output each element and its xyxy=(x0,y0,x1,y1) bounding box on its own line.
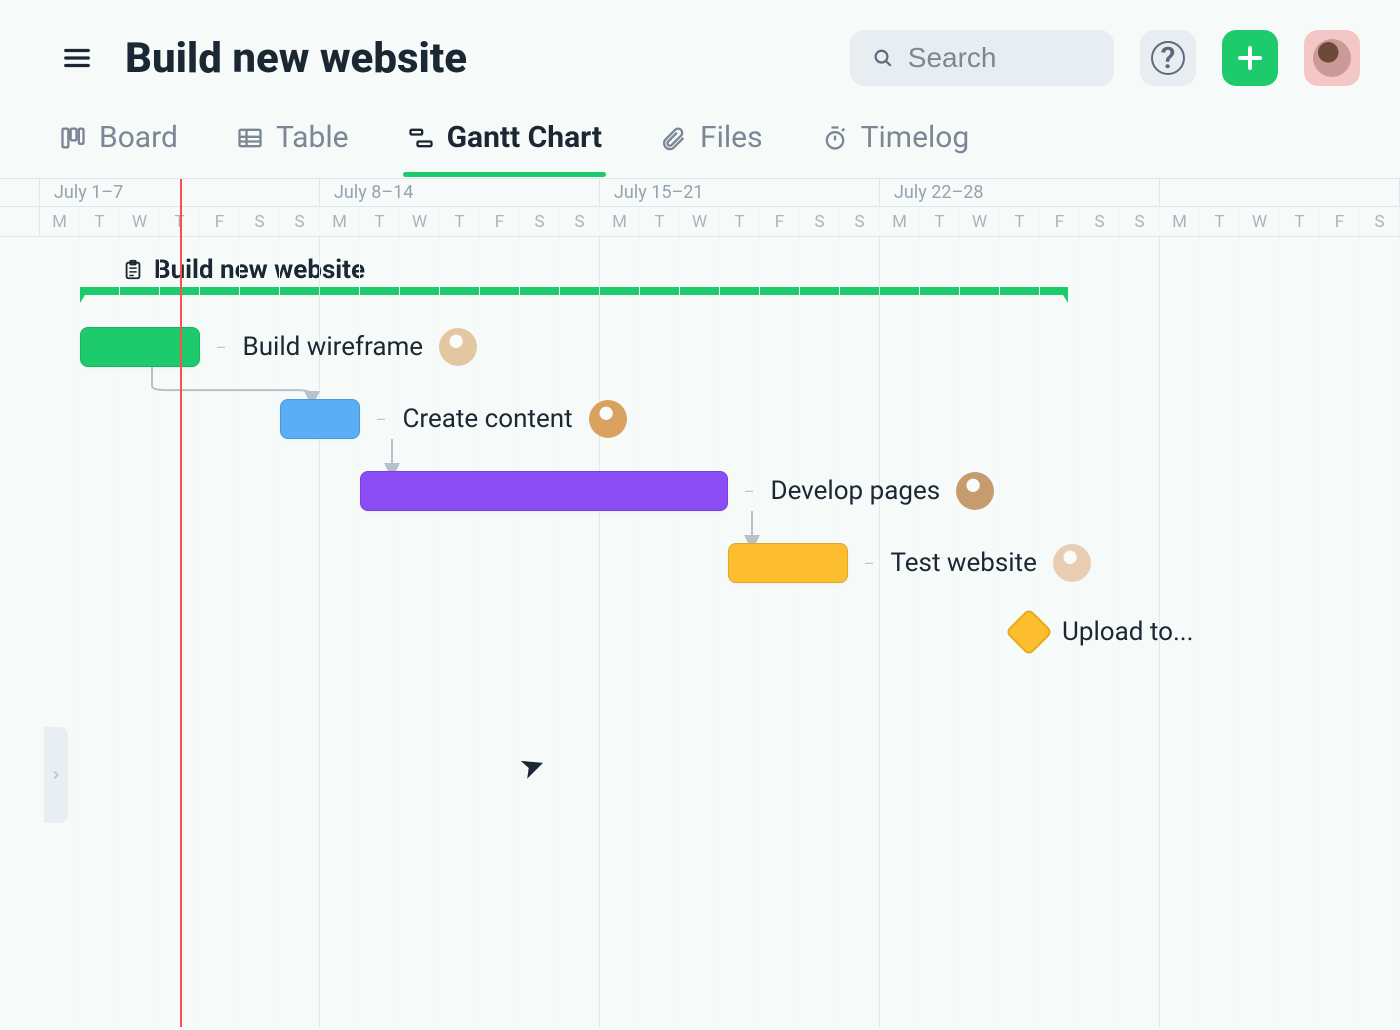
day-label: T xyxy=(1000,207,1040,236)
day-label: S xyxy=(560,207,600,236)
day-label: F xyxy=(760,207,800,236)
task-label: Develop pages xyxy=(771,476,941,506)
day-label: T xyxy=(640,207,680,236)
gantt-icon xyxy=(407,124,435,152)
tab-gantt[interactable]: Gantt Chart xyxy=(403,114,606,177)
task-label: Create content xyxy=(403,404,573,434)
tab-table[interactable]: Table xyxy=(232,114,353,177)
day-label: T xyxy=(360,207,400,236)
task-row[interactable]: –Test website xyxy=(728,543,1091,583)
day-label: W xyxy=(1240,207,1280,236)
day-label: M xyxy=(40,207,80,236)
task-bar[interactable] xyxy=(728,543,848,583)
tab-timelog[interactable]: Timelog xyxy=(817,114,974,177)
day-label: T xyxy=(920,207,960,236)
week-label: July 15–21 xyxy=(600,179,880,206)
day-label: S xyxy=(1080,207,1120,236)
day-label: T xyxy=(1200,207,1240,236)
search-input[interactable] xyxy=(908,42,1092,74)
search-icon xyxy=(872,45,894,71)
day-label: M xyxy=(600,207,640,236)
day-label: W xyxy=(400,207,440,236)
tab-files[interactable]: Files xyxy=(656,114,767,177)
hamburger-icon xyxy=(62,43,92,73)
tab-label: Board xyxy=(99,120,178,155)
table-icon xyxy=(236,124,264,152)
timeline-weeks: July 1–7July 8–14July 15–21July 22–28 xyxy=(0,179,1400,207)
day-label: W xyxy=(680,207,720,236)
menu-button[interactable] xyxy=(55,36,99,80)
day-label: F xyxy=(1320,207,1360,236)
stopwatch-icon xyxy=(821,124,849,152)
help-button[interactable]: ? xyxy=(1140,30,1196,86)
tab-label: Gantt Chart xyxy=(447,120,602,155)
day-label: S xyxy=(520,207,560,236)
tab-label: Table xyxy=(276,120,349,155)
assignee-avatar[interactable] xyxy=(589,400,627,438)
gantt-timeline: July 1–7July 8–14July 15–21July 22–28 MT… xyxy=(0,178,1400,1027)
milestone-diamond[interactable] xyxy=(1005,608,1053,656)
day-label: S xyxy=(1120,207,1160,236)
page-title: Build new website xyxy=(125,34,467,83)
day-label: M xyxy=(1160,207,1200,236)
help-icon: ? xyxy=(1151,41,1185,75)
milestone[interactable]: Upload to... xyxy=(1012,615,1194,649)
day-label: S xyxy=(280,207,320,236)
today-indicator xyxy=(180,237,182,1027)
day-label: M xyxy=(320,207,360,236)
day-label: T xyxy=(720,207,760,236)
task-bar[interactable] xyxy=(280,399,360,439)
tab-label: Timelog xyxy=(861,120,970,155)
today-indicator xyxy=(180,179,182,237)
week-label xyxy=(1160,179,1400,206)
header: Build new website ? xyxy=(0,0,1400,104)
add-button[interactable] xyxy=(1222,30,1278,86)
task-row[interactable]: –Build wireframe xyxy=(80,327,477,367)
user-avatar[interactable] xyxy=(1304,30,1360,86)
avatar-image xyxy=(1313,39,1351,77)
board-icon xyxy=(59,124,87,152)
paperclip-icon xyxy=(660,124,688,152)
milestone-label: Upload to... xyxy=(1062,617,1194,647)
day-label: S xyxy=(1360,207,1400,236)
task-row[interactable]: –Create content xyxy=(280,399,627,439)
tab-board[interactable]: Board xyxy=(55,114,182,177)
day-label: W xyxy=(960,207,1000,236)
timeline-days: MTWTFSSMTWTFSSMTWTFSSMTWTFSSMTWTFS xyxy=(0,207,1400,237)
task-bar[interactable] xyxy=(80,327,200,367)
day-label: W xyxy=(120,207,160,236)
view-tabs: Board Table Gantt Chart Files Timelog xyxy=(0,104,1400,178)
gantt-body: Build new website ➤ –Build wireframe–Cre… xyxy=(0,237,1400,1027)
day-label: F xyxy=(480,207,520,236)
plus-icon xyxy=(1235,43,1265,73)
day-label: F xyxy=(200,207,240,236)
day-label: S xyxy=(800,207,840,236)
day-label: F xyxy=(1040,207,1080,236)
day-label: M xyxy=(880,207,920,236)
assignee-avatar[interactable] xyxy=(1053,544,1091,582)
task-row[interactable]: –Develop pages xyxy=(360,471,994,511)
day-label: T xyxy=(1280,207,1320,236)
week-label: July 8–14 xyxy=(320,179,600,206)
task-label: Test website xyxy=(891,548,1037,578)
search-box[interactable] xyxy=(850,30,1114,86)
task-label: Build wireframe xyxy=(243,332,424,362)
week-label: July 22–28 xyxy=(880,179,1160,206)
assignee-avatar[interactable] xyxy=(956,472,994,510)
task-bar[interactable] xyxy=(360,471,728,511)
tab-label: Files xyxy=(700,120,763,155)
assignee-avatar[interactable] xyxy=(439,328,477,366)
day-label: S xyxy=(840,207,880,236)
day-label: T xyxy=(80,207,120,236)
day-label: S xyxy=(240,207,280,236)
day-label: T xyxy=(440,207,480,236)
